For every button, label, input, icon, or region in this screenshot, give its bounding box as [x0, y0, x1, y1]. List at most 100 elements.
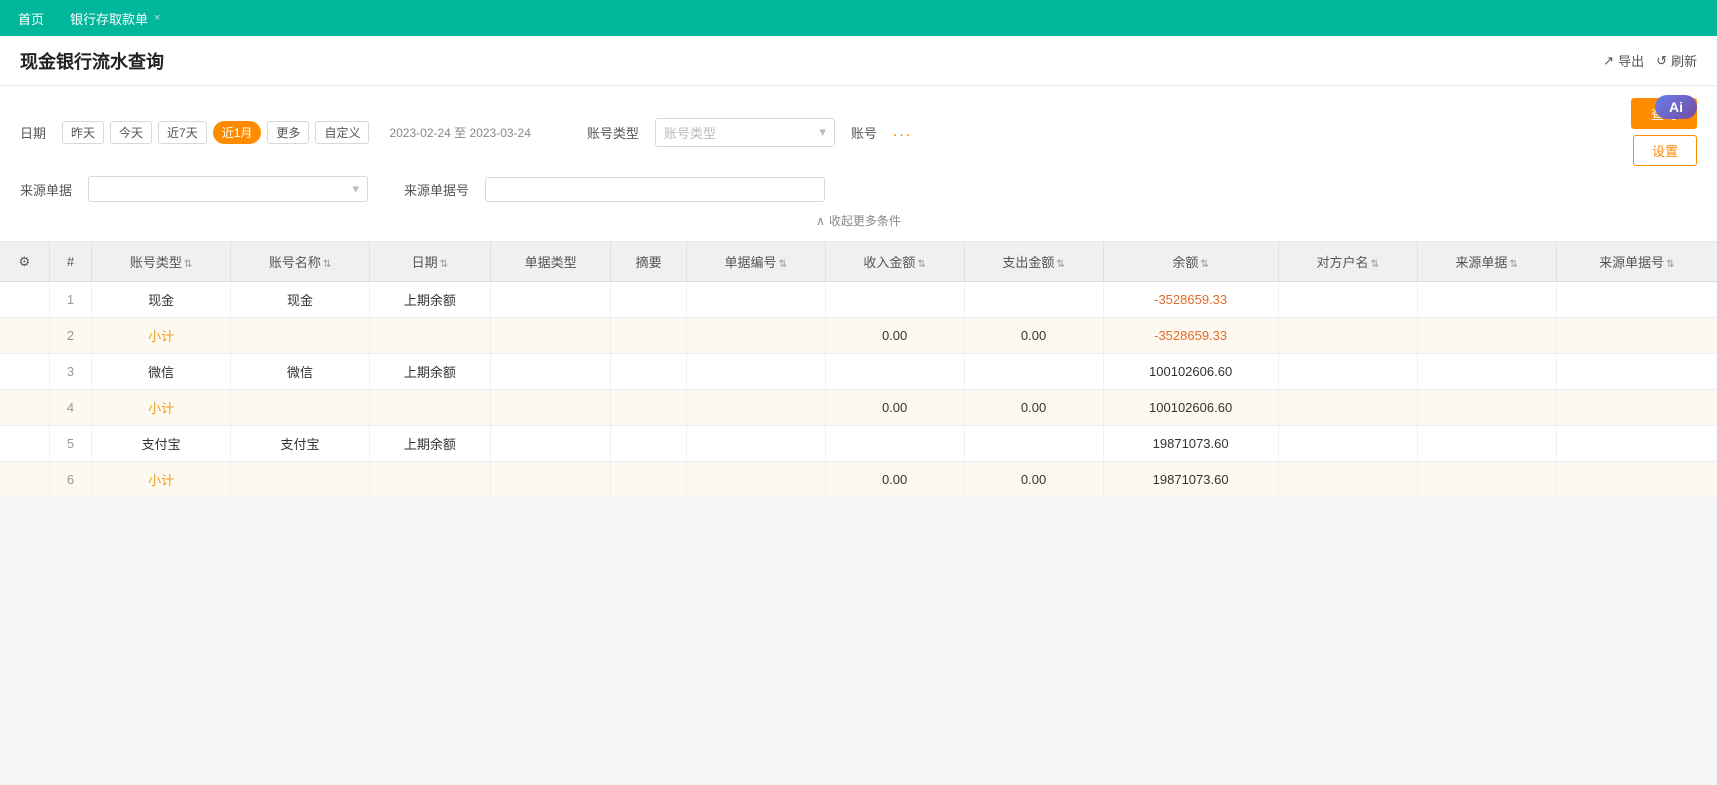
col-balance[interactable]: 余额⇅	[1103, 242, 1278, 282]
source-doc-select[interactable]: ▾	[88, 176, 368, 202]
row-account-type: 微信	[92, 354, 231, 390]
collapse-label: 收起更多条件	[829, 212, 901, 229]
row-summary	[611, 426, 686, 462]
row-account-name: 支付宝	[231, 426, 370, 462]
row-doc-type	[490, 462, 611, 498]
col-expense[interactable]: 支出金额⇅	[964, 242, 1103, 282]
gear-icon[interactable]: ⚙	[19, 254, 31, 269]
col-counterpart[interactable]: 对方户名⇅	[1278, 242, 1417, 282]
row-balance: 100102606.60	[1103, 390, 1278, 426]
nav-home[interactable]: 首页	[4, 0, 58, 36]
row-date: 上期余额	[369, 282, 490, 318]
collapse-button[interactable]: ∧ 收起更多条件	[816, 212, 901, 229]
table-container: ⚙#账号类型⇅账号名称⇅日期⇅单据类型摘要单据编号⇅收入金额⇅支出金额⇅余额⇅对…	[0, 242, 1717, 498]
row-summary	[611, 282, 686, 318]
row-source-doc-no	[1556, 390, 1717, 426]
date-option-近7天[interactable]: 近7天	[158, 121, 207, 144]
row-expense: 0.00	[964, 390, 1103, 426]
date-option-更多[interactable]: 更多	[267, 121, 309, 144]
page-title: 现金银行流水查询	[20, 48, 164, 74]
col-date[interactable]: 日期⇅	[369, 242, 490, 282]
col-income[interactable]: 收入金额⇅	[825, 242, 964, 282]
row-source-doc-no	[1556, 354, 1717, 390]
col-doc_type: 单据类型	[490, 242, 611, 282]
row-gear-cell	[0, 282, 49, 318]
col-account_name[interactable]: 账号名称⇅	[231, 242, 370, 282]
nav-tabs: 收款单×付款单×其他收入单×应收应付调整单×银行存取款单×预收冲应收单×收款核销…	[58, 0, 198, 36]
row-income	[825, 282, 964, 318]
source-doc-chevron-icon: ▾	[352, 181, 359, 197]
row-doc-type	[490, 282, 611, 318]
sort-icon-source_doc: ⇅	[1509, 259, 1517, 270]
main-table: ⚙#账号类型⇅账号名称⇅日期⇅单据类型摘要单据编号⇅收入金额⇅支出金额⇅余额⇅对…	[0, 242, 1717, 498]
date-option-昨天[interactable]: 昨天	[62, 121, 104, 144]
row-account-name	[231, 462, 370, 498]
date-option-自定义[interactable]: 自定义	[315, 121, 369, 144]
row-account-type: 现金	[92, 282, 231, 318]
collapse-icon: ∧	[816, 214, 825, 228]
row-date: 上期余额	[369, 354, 490, 390]
nav-tab-银行存取款单[interactable]: 银行存取款单×	[58, 0, 198, 36]
date-option-近1月[interactable]: 近1月	[213, 121, 262, 144]
export-button[interactable]: ↗ 导出	[1603, 51, 1644, 70]
row-index: 3	[49, 354, 91, 390]
row-gear-cell	[0, 318, 49, 354]
account-type-select[interactable]: 账号类型 ▾	[655, 118, 835, 147]
table-row: 6小计0.000.0019871073.60	[0, 462, 1717, 498]
sort-icon-date: ⇅	[440, 259, 448, 270]
ai-badge[interactable]: Ai	[1655, 95, 1697, 119]
row-gear-cell	[0, 426, 49, 462]
row-counterpart	[1278, 354, 1417, 390]
row-income: 0.00	[825, 462, 964, 498]
source-doc-no-input[interactable]	[485, 177, 825, 202]
col-summary: 摘要	[611, 242, 686, 282]
page-header: 现金银行流水查询 ↗ 导出 ↺ 刷新	[0, 36, 1717, 86]
subtotal-label: 小计	[148, 401, 174, 416]
sort-icon-counterpart: ⇅	[1371, 259, 1379, 270]
row-expense	[964, 426, 1103, 462]
date-option-今天[interactable]: 今天	[110, 121, 152, 144]
subtotal-label: 小计	[148, 329, 174, 344]
collapse-bar: ∧ 收起更多条件	[20, 212, 1697, 229]
row-account-type: 小计	[92, 390, 231, 426]
row-doc-no	[686, 390, 825, 426]
source-doc-no-label: 来源单据号	[404, 180, 469, 199]
col-source_doc[interactable]: 来源单据⇅	[1417, 242, 1556, 282]
row-balance: -3528659.33	[1103, 318, 1278, 354]
row-index: 1	[49, 282, 91, 318]
row-source-doc	[1417, 354, 1556, 390]
sort-icon-income: ⇅	[917, 259, 925, 270]
subtotal-label: 小计	[148, 473, 174, 488]
table-head: ⚙#账号类型⇅账号名称⇅日期⇅单据类型摘要单据编号⇅收入金额⇅支出金额⇅余额⇅对…	[0, 242, 1717, 282]
col-doc_no[interactable]: 单据编号⇅	[686, 242, 825, 282]
row-doc-no	[686, 462, 825, 498]
sort-icon-account_type: ⇅	[184, 259, 192, 270]
account-dots-button[interactable]: ...	[893, 123, 912, 141]
col-source_doc_no[interactable]: 来源单据号⇅	[1556, 242, 1717, 282]
row-income: 0.00	[825, 318, 964, 354]
row-counterpart	[1278, 426, 1417, 462]
row-account-name	[231, 390, 370, 426]
row-summary	[611, 462, 686, 498]
sort-icon-doc_no: ⇅	[779, 259, 787, 270]
top-nav: 首页 收款单×付款单×其他收入单×应收应付调整单×银行存取款单×预收冲应收单×收…	[0, 0, 1717, 36]
sort-icon-account_name: ⇅	[323, 259, 331, 270]
sort-icon-balance: ⇅	[1200, 259, 1208, 270]
col-account_type[interactable]: 账号类型⇅	[92, 242, 231, 282]
row-expense: 0.00	[964, 462, 1103, 498]
tab-close-icon[interactable]: ×	[154, 12, 160, 24]
row-counterpart	[1278, 462, 1417, 498]
settings-button[interactable]: 设置	[1633, 135, 1697, 166]
row-doc-no	[686, 318, 825, 354]
row-doc-no	[686, 354, 825, 390]
refresh-button[interactable]: ↺ 刷新	[1656, 51, 1697, 70]
row-index: 6	[49, 462, 91, 498]
date-range: 2023-02-24 至 2023-03-24	[389, 124, 530, 141]
refresh-icon: ↺	[1656, 53, 1667, 69]
filter-area: 日期 昨天今天近7天近1月更多自定义 2023-02-24 至 2023-03-…	[0, 86, 1717, 242]
date-options: 昨天今天近7天近1月更多自定义	[62, 121, 369, 144]
row-account-name: 微信	[231, 354, 370, 390]
row-source-doc-no	[1556, 462, 1717, 498]
row-doc-no	[686, 426, 825, 462]
date-label: 日期	[20, 123, 46, 142]
